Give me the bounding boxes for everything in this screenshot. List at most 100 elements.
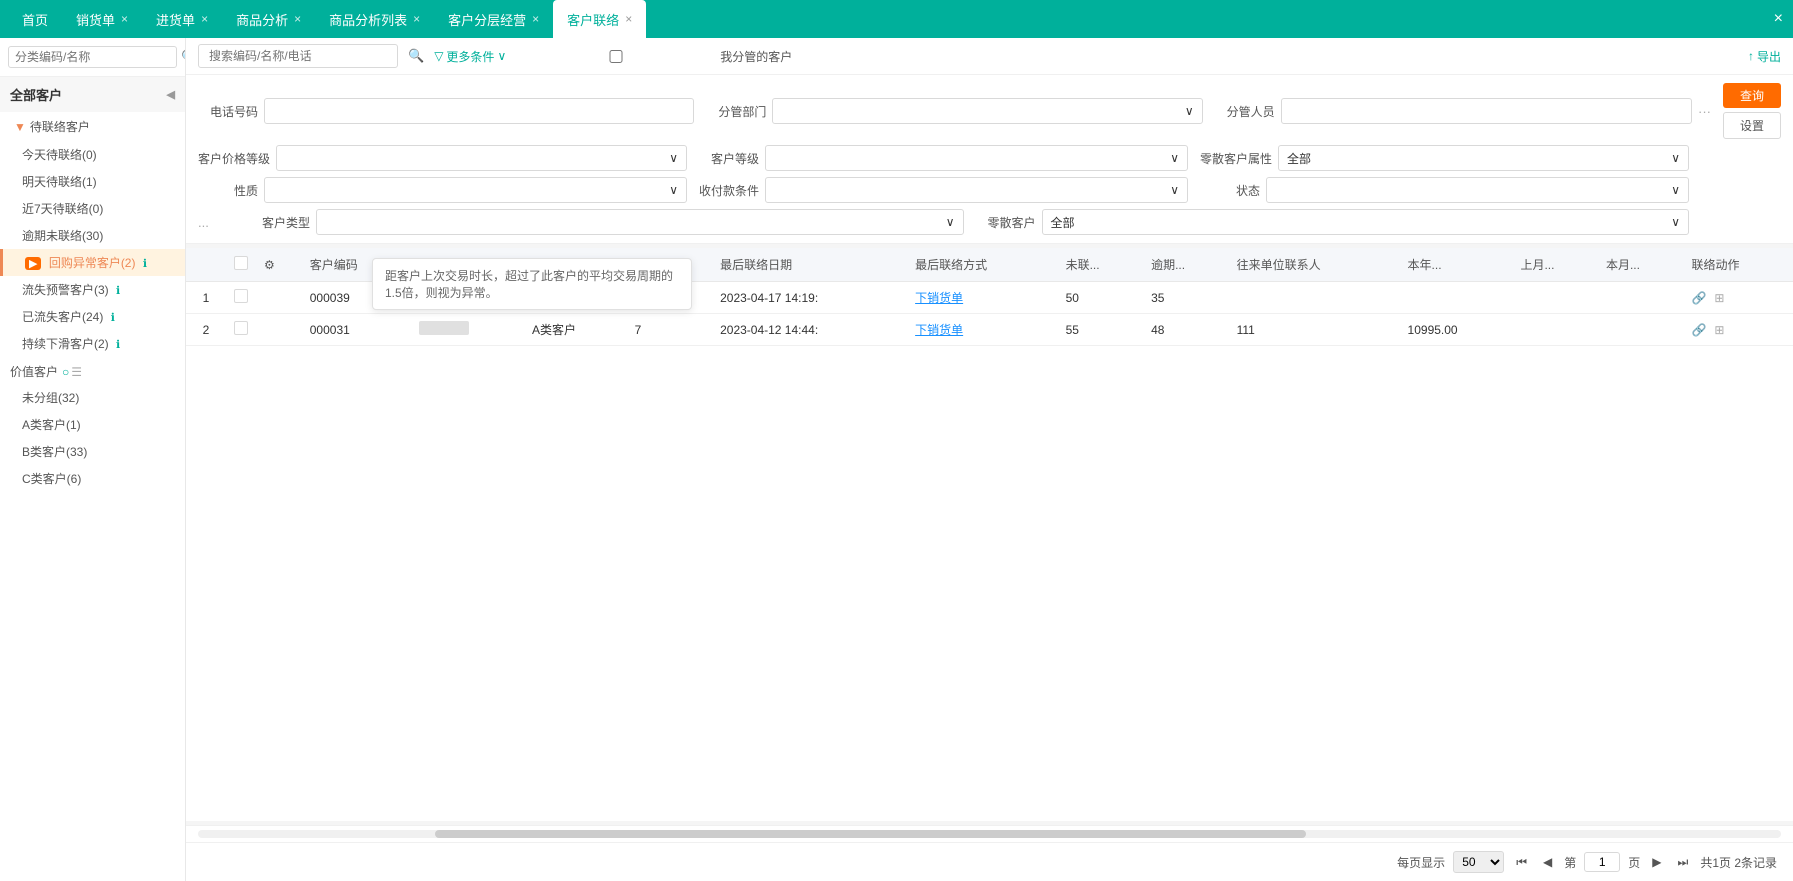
value-group-settings-icon[interactable]: ☰ xyxy=(71,365,82,379)
sidebar-item-a-class[interactable]: A类客户(1) xyxy=(0,411,185,438)
last-page-btn[interactable]: ⏭ xyxy=(1674,855,1693,870)
filter-payment: 收付款条件 ∨ xyxy=(699,177,1188,203)
sidebar-item-abnormal[interactable]: ▶ 回购异常客户(2) ℹ xyxy=(0,249,185,276)
filter-retail-attr-label: 零散客户属性 xyxy=(1200,150,1272,167)
export-button[interactable]: ↑ 导出 xyxy=(1748,48,1781,65)
close-tab-customer-contact[interactable]: × xyxy=(625,12,632,26)
settings-button[interactable]: 设置 xyxy=(1723,112,1781,139)
filter-person-select[interactable] xyxy=(1281,98,1692,124)
sidebar-item-7days-pending[interactable]: 近7天待联络(0) xyxy=(0,195,185,222)
tab-home[interactable]: 首页 xyxy=(8,0,62,38)
action-link-icon-1[interactable]: 🔗 xyxy=(1691,291,1706,305)
churn-warning-info-icon[interactable]: ℹ xyxy=(116,285,120,297)
tab-product-analysis-list[interactable]: 商品分析列表 × xyxy=(315,0,434,38)
filter-retail-customer-label: 零散客户 xyxy=(976,214,1036,231)
my-customers-checkbox-label[interactable]: 我分管的客户 xyxy=(516,48,792,65)
td-this-year-1 xyxy=(1400,282,1513,314)
select-all-checkbox[interactable] xyxy=(234,256,248,270)
filter-payment-select[interactable]: ∨ xyxy=(765,177,1188,203)
tooltip-box: 距客户上次交易时长，超过了此客户的平均交易周期的1.5倍，则视为异常。 xyxy=(372,258,692,310)
more-conditions-button[interactable]: ▽ 更多条件 ∨ xyxy=(434,48,506,65)
td-action-2: 🔗 ⊞ xyxy=(1683,314,1793,346)
filter-retail-attr-select[interactable]: 全部 ∨ xyxy=(1278,145,1689,171)
tab-customer-contact[interactable]: 客户联络 × xyxy=(553,0,646,38)
filter-phone-input[interactable] xyxy=(264,98,694,124)
sidebar-item-today-pending[interactable]: 今天待联络(0) xyxy=(0,141,185,168)
per-page-select[interactable]: 50 20 100 xyxy=(1453,851,1504,873)
action-grid-icon-2[interactable]: ⊞ xyxy=(1714,323,1724,337)
filter-more-dots[interactable]: ... xyxy=(198,215,209,230)
filter-payment-label: 收付款条件 xyxy=(699,182,759,199)
close-tab-product-analysis[interactable]: × xyxy=(294,12,301,26)
chevron-down-icon: ∨ xyxy=(669,151,678,165)
row-checkbox-2[interactable] xyxy=(234,321,248,335)
filter-status-select[interactable]: ∨ xyxy=(1266,177,1689,203)
th-overdue: 逾期... xyxy=(1143,248,1229,282)
filter-dept-select[interactable]: ∨ xyxy=(772,98,1202,124)
close-tab-purchase-order[interactable]: × xyxy=(201,12,208,26)
tab-purchase-order[interactable]: 进货单 × xyxy=(142,0,222,38)
close-all-tabs[interactable]: × xyxy=(1774,10,1783,28)
page-input[interactable] xyxy=(1584,852,1620,872)
search-button[interactable]: 🔍 xyxy=(408,48,424,64)
table-settings-icon[interactable]: ⚙ xyxy=(264,258,275,272)
close-tab-product-analysis-list[interactable]: × xyxy=(413,12,420,26)
sidebar-item-ungrouped[interactable]: 未分组(32) xyxy=(0,384,185,411)
filter-price-level-select[interactable]: ∨ xyxy=(276,145,687,171)
th-check xyxy=(226,248,256,282)
close-tab-customer-tiering[interactable]: × xyxy=(532,12,539,26)
th-last-contact-method: 最后联络方式 xyxy=(907,248,1057,282)
sidebar-item-tomorrow-pending[interactable]: 明天待联络(1) xyxy=(0,168,185,195)
sidebar-item-declining[interactable]: 持续下滑客户(2) ℹ xyxy=(0,330,185,357)
declining-info-icon[interactable]: ℹ xyxy=(116,339,120,351)
sidebar-all-customers[interactable]: 全部客户 ◀ xyxy=(0,77,185,112)
filter-customer-type-select[interactable]: ∨ xyxy=(316,209,964,235)
filter-retail-attr: 零散客户属性 全部 ∨ xyxy=(1200,145,1689,171)
filter-status: 状态 ∨ xyxy=(1200,177,1689,203)
query-button[interactable]: 查询 xyxy=(1723,83,1781,108)
sidebar-value-group: 价值客户 ○ ☰ xyxy=(0,357,185,384)
last-contact-method-link-2[interactable]: 下销货单 xyxy=(915,323,963,337)
td-contact-2: 7 xyxy=(627,314,713,346)
first-page-btn[interactable]: ⏮ xyxy=(1512,855,1531,870)
search-input[interactable] xyxy=(198,44,398,68)
right-content: 距客户上次交易时长，超过了此客户的平均交易周期的1.5倍，则视为异常。 🔍 ▽ … xyxy=(186,38,1793,881)
th-unit-contact: 往来单位联系人 xyxy=(1229,248,1400,282)
scrollbar-track[interactable] xyxy=(198,830,1781,838)
filter-nature-select[interactable]: ∨ xyxy=(264,177,687,203)
sidebar-item-churned[interactable]: 已流失客户(24) ℹ xyxy=(0,303,185,330)
sidebar-item-churn-warning[interactable]: 流失预警客户(3) ℹ xyxy=(0,276,185,303)
action-link-icon-2[interactable]: 🔗 xyxy=(1691,323,1706,337)
table-row: 2 000031 A类客户 7 2023-04-12 14:44: xyxy=(186,314,1793,346)
tab-product-analysis[interactable]: 商品分析 × xyxy=(222,0,315,38)
close-tab-sales-order[interactable]: × xyxy=(121,12,128,26)
sidebar-search-input[interactable] xyxy=(8,46,177,68)
filter-customer-level-select[interactable]: ∨ xyxy=(765,145,1188,171)
td-unit-contact-1 xyxy=(1229,282,1400,314)
scrollbar-thumb[interactable] xyxy=(435,830,1306,838)
row-checkbox-1[interactable] xyxy=(234,289,248,303)
prev-page-btn[interactable]: ◀ xyxy=(1539,855,1556,869)
sidebar-item-overdue[interactable]: 逾期未联络(30) xyxy=(0,222,185,249)
sidebar-pending-group[interactable]: ▼ 待联络客户 xyxy=(0,112,185,141)
filter-retail-customer-select[interactable]: 全部 ∨ xyxy=(1042,209,1690,235)
filter-dots-1[interactable]: ··· xyxy=(1698,104,1711,119)
churned-info-icon[interactable]: ℹ xyxy=(111,312,115,324)
sidebar-item-b-class[interactable]: B类客户(33) xyxy=(0,438,185,465)
th-settings[interactable]: ⚙ xyxy=(256,248,302,282)
filter-nature: 性质 ∨ xyxy=(198,177,687,203)
page-label: 第 xyxy=(1564,854,1576,871)
my-customers-checkbox[interactable] xyxy=(516,50,716,63)
filter-customer-type-label: 客户类型 xyxy=(250,214,310,231)
last-contact-method-link-1[interactable]: 下销货单 xyxy=(915,291,963,305)
td-last-contact-method-2: 下销货单 xyxy=(907,314,1057,346)
next-page-btn[interactable]: ▶ xyxy=(1648,855,1665,869)
filter-dots-area: ... xyxy=(198,215,238,230)
abnormal-info-icon[interactable]: ℹ xyxy=(143,258,147,270)
action-grid-icon-1[interactable]: ⊞ xyxy=(1714,291,1724,305)
value-group-edit-icon[interactable]: ○ xyxy=(62,365,69,379)
tab-customer-tiering[interactable]: 客户分层经营 × xyxy=(434,0,553,38)
filter-status-label: 状态 xyxy=(1200,182,1260,199)
sidebar-item-c-class[interactable]: C类客户(6) xyxy=(0,465,185,492)
tab-sales-order[interactable]: 销货单 × xyxy=(62,0,142,38)
